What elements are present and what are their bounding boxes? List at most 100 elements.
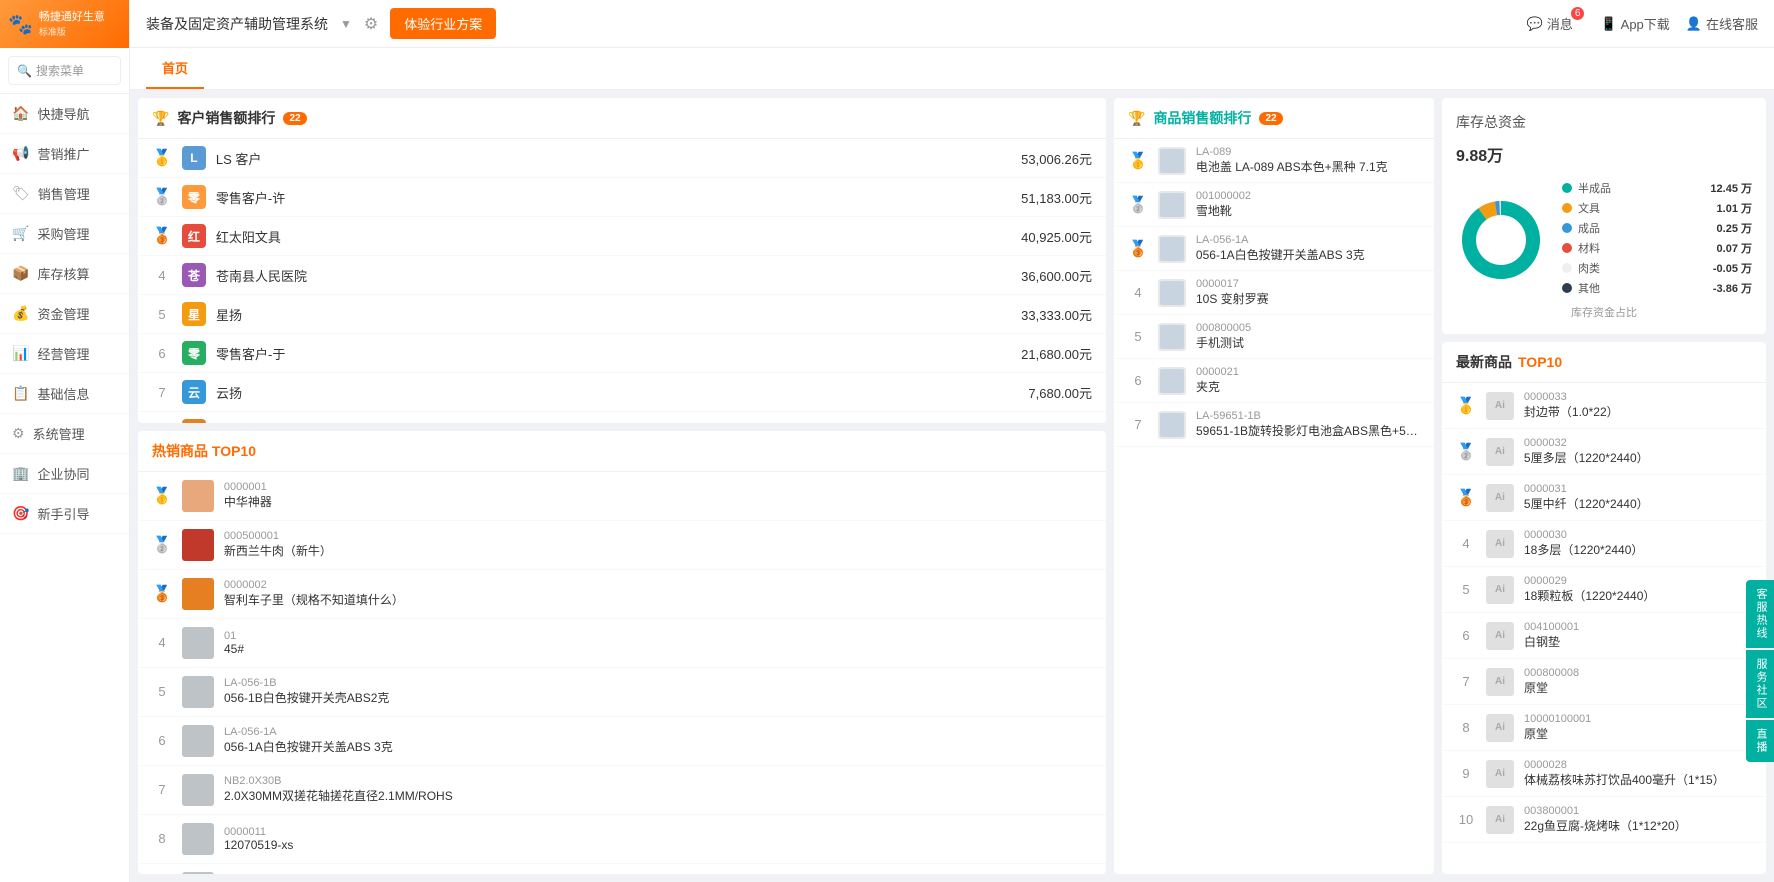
- newest-product-item: 7 Ai 000800008 原堂: [1442, 659, 1766, 705]
- product-sales-ranking-header: 🏆 商品销售额排行 22: [1114, 98, 1434, 139]
- content-area: 🏆 客户销售额排行 22 🥇 L LS 客户 53,006.26元 🥈 零 零售…: [130, 90, 1774, 882]
- hot-product-name: 056-1A白色按键开关盖ABS 3克: [224, 738, 1092, 755]
- online-service-button[interactable]: 👤 在线客服: [1686, 14, 1758, 33]
- customer-amount: 36,600.00元: [1021, 266, 1092, 285]
- search-menu-button[interactable]: 🔍 搜索菜单: [8, 56, 121, 85]
- hot-product-name: 2.0X30MM双搓花轴搓花直径2.1MM/ROHS: [224, 787, 1092, 804]
- hot-rank-number: 6: [152, 733, 172, 748]
- customer-name: 零售客户-于: [216, 344, 1011, 363]
- tab-home[interactable]: 首页: [146, 48, 204, 89]
- inventory-icon: 📦: [12, 265, 29, 282]
- sidebar-item-label: 销售管理: [38, 184, 90, 203]
- sidebar-item-base[interactable]: 📋 基础信息: [0, 374, 129, 414]
- product-rank-item: 6 0000021 夹克: [1114, 359, 1434, 403]
- hot-product-info: NB2.0X30B 2.0X30MM双搓花轴搓花直径2.1MM/ROHS: [224, 775, 1092, 804]
- silver-medal-icon: 🥈: [1456, 442, 1476, 462]
- customer-rank-item: 🥉 红 红太阳文具 40,925.00元: [138, 217, 1106, 256]
- sidebar-item-purchase[interactable]: 🛒 采购管理: [0, 214, 129, 254]
- hot-product-code: 01: [224, 630, 1092, 642]
- hot-product-info: 01 45#: [224, 630, 1092, 656]
- product-name: 手机测试: [1196, 334, 1420, 351]
- newest-product-item: 9 Ai 0000028 体械荔核味苏打饮品400毫升（1*15）: [1442, 751, 1766, 797]
- newest-rank-number: 4: [1456, 536, 1476, 551]
- silver-medal-icon: 🥈: [152, 187, 172, 207]
- sidebar-item-sales[interactable]: 🏷 销售管理: [0, 174, 129, 214]
- newest-product-info: 0000030 18多层（1220*2440）: [1524, 529, 1752, 558]
- newest-products-card: 最新商品 TOP10 🥇 Ai 0000033 封边带（1.0*22） 🥈 Ai…: [1442, 342, 1766, 874]
- customer-amount: 53,006.26元: [1021, 149, 1092, 168]
- hot-product-code: 0000011: [224, 826, 1092, 838]
- newest-product-info: 0000029 18颗粒板（1220*2440）: [1524, 575, 1752, 604]
- newest-rank-number: 7: [1456, 674, 1476, 689]
- hot-rank-number: 5: [152, 684, 172, 699]
- sidebar-item-operations[interactable]: 📊 经营管理: [0, 334, 129, 374]
- newest-product-name: 5厘多层（1220*2440）: [1524, 449, 1752, 466]
- product-code: 001000002: [1196, 190, 1420, 202]
- hot-product-code: NB2.0X30B: [224, 775, 1092, 787]
- sidebar-item-label: 快捷导航: [37, 104, 89, 123]
- topbar: 装备及固定资产辅助管理系统 ▼ ⚙ 体验行业方案 💬 消息 6 📱 App下载 …: [130, 0, 1774, 48]
- hot-product-info: LA-056-1A 056-1A白色按键开关盖ABS 3克: [224, 726, 1092, 755]
- sidebar-item-inventory[interactable]: 📦 库存核算: [0, 254, 129, 294]
- sidebar-item-finance[interactable]: 💰 资金管理: [0, 294, 129, 334]
- app-logo: 🐾 畅捷通好生意 标准版: [0, 0, 129, 48]
- online-service-label: 在线客服: [1706, 14, 1758, 33]
- newest-product-info: 004100001 白钢垫: [1524, 621, 1752, 650]
- page-tabs: 首页: [130, 48, 1774, 90]
- legend-value: -0.05 万: [1713, 260, 1752, 276]
- inventory-title: 库存总资金: [1456, 112, 1752, 132]
- hot-product-thumbnail: [182, 578, 214, 610]
- trial-button[interactable]: 体验行业方案: [390, 8, 496, 39]
- live-stream-button[interactable]: 直播: [1746, 720, 1774, 762]
- settings-icon[interactable]: ⚙: [364, 14, 378, 34]
- sidebar-item-guide[interactable]: 🎯 新手引导: [0, 494, 129, 534]
- hot-product-thumbnail: [182, 823, 214, 855]
- newest-product-code: 0000031: [1524, 483, 1752, 495]
- donut-chart: [1456, 195, 1546, 285]
- product-thumbnail: [1158, 411, 1186, 439]
- bronze-medal-icon: 🥉: [152, 226, 172, 246]
- base-icon: 📋: [12, 385, 29, 402]
- donut-section: 半成品 12.45 万 文具 1.01 万 成品 0.25 万 材料 0.07 …: [1456, 180, 1752, 300]
- product-rank-item: 🥈 001000002 雪地靴: [1114, 183, 1434, 227]
- legend-item: 半成品 12.45 万: [1562, 180, 1752, 196]
- inventory-value: 9.88: [1456, 148, 1487, 165]
- legend-dot: [1562, 283, 1572, 293]
- message-button[interactable]: 💬 消息 6: [1527, 14, 1585, 33]
- product-thumbnail: [1158, 367, 1186, 395]
- app-badge: 标准版: [39, 25, 105, 38]
- product-thumbnail: [1158, 235, 1186, 263]
- customer-amount: 33,333.00元: [1021, 305, 1092, 324]
- newest-product-name: 封边带（1.0*22）: [1524, 403, 1752, 420]
- product-rank-item: 4 0000017 10S 变射罗赛: [1114, 271, 1434, 315]
- newest-title: 最新商品: [1456, 352, 1512, 372]
- middle-panel: 🏆 商品销售额排行 22 🥇 LA-089 电池盖 LA-089 ABS本色+黑…: [1114, 90, 1434, 882]
- rank-number: 6: [152, 346, 172, 361]
- sidebar-item-label: 企业协同: [37, 464, 89, 483]
- hot-product-info: 0000002 智利车子里（规格不知道填什么）: [224, 579, 1092, 608]
- customer-avatar: 零: [182, 185, 206, 209]
- product-info: 000800005 手机测试: [1196, 322, 1420, 351]
- rank-number: 5: [1128, 329, 1148, 344]
- legend-dot: [1562, 183, 1572, 193]
- sidebar-item-enterprise[interactable]: 🏢 企业协同: [0, 454, 129, 494]
- customer-service-hotline-button[interactable]: 客服热线: [1746, 580, 1774, 648]
- hot-product-item: 🥇 0000001 中华神器: [138, 472, 1106, 521]
- service-community-button[interactable]: 服务社区: [1746, 650, 1774, 718]
- newest-product-thumbnail: Ai: [1486, 806, 1514, 834]
- app-download-button[interactable]: 📱 App下载: [1600, 14, 1669, 33]
- legend-name: 成品: [1578, 220, 1711, 236]
- home-icon: 🏠: [12, 105, 29, 122]
- rank-number: 4: [152, 268, 172, 283]
- sidebar-item-marketing[interactable]: 📢 营销推广: [0, 134, 129, 174]
- left-panel: 🏆 客户销售额排行 22 🥇 L LS 客户 53,006.26元 🥈 零 零售…: [130, 90, 1114, 882]
- sidebar-item-label: 采购管理: [37, 224, 89, 243]
- product-rank-list: 🥇 LA-089 电池盖 LA-089 ABS本色+黑种 7.1克 🥈 0010…: [1114, 139, 1434, 447]
- sidebar-item-system[interactable]: ⚙ 系统管理: [0, 414, 129, 454]
- product-sales-ranking-title: 商品销售额排行: [1153, 108, 1251, 128]
- newest-product-name: 18多层（1220*2440）: [1524, 541, 1752, 558]
- sidebar-item-quick-nav[interactable]: 🏠 快捷导航: [0, 94, 129, 134]
- newest-product-code: 0000030: [1524, 529, 1752, 541]
- rank-number: 5: [152, 307, 172, 322]
- customer-rank-item: 🥈 零 零售客户-许 51,183.00元: [138, 178, 1106, 217]
